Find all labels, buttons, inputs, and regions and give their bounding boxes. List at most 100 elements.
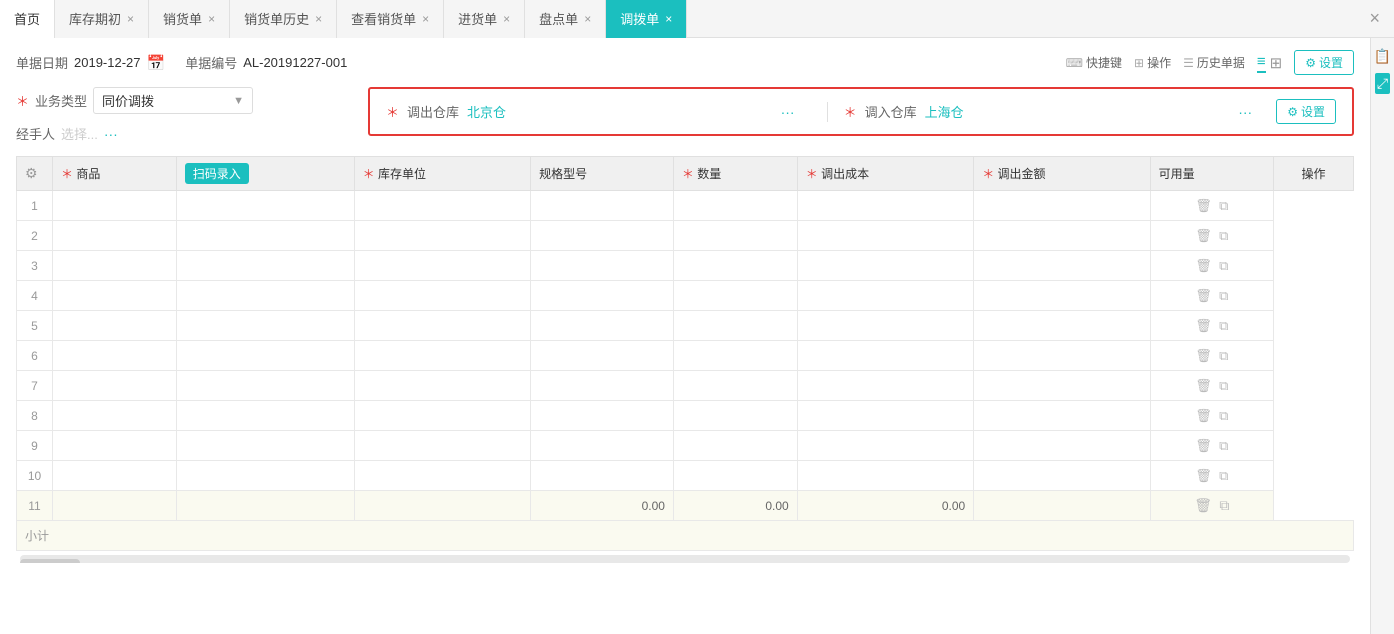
row-delete-icon[interactable]: 🗑 xyxy=(1195,378,1212,393)
row-delete-icon[interactable]: 🗑 xyxy=(1195,438,1212,453)
tab-inventory-check-close[interactable]: × xyxy=(584,12,591,26)
row-qty[interactable] xyxy=(531,371,674,401)
row-copy-icon[interactable]: ⧉ xyxy=(1219,198,1228,213)
grid-view-icon[interactable]: ⊞ xyxy=(1270,53,1283,73)
row-qty[interactable] xyxy=(531,221,674,251)
row-amount[interactable] xyxy=(797,191,973,221)
row-spec[interactable] xyxy=(354,191,530,221)
row-amount[interactable] xyxy=(797,371,973,401)
row-delete-icon[interactable]: 🗑 xyxy=(1195,198,1212,213)
row-spec[interactable] xyxy=(354,221,530,251)
tab-transfer-close[interactable]: × xyxy=(665,12,672,26)
row-goods[interactable] xyxy=(53,431,177,461)
operations-btn[interactable]: ⊞ 操作 xyxy=(1134,54,1171,71)
row-cost[interactable] xyxy=(673,461,797,491)
row-amount[interactable] xyxy=(797,251,973,281)
row-spec[interactable] xyxy=(354,341,530,371)
tab-purchase[interactable]: 进货单 × xyxy=(444,0,525,38)
row-spec[interactable] xyxy=(354,431,530,461)
row-goods[interactable] xyxy=(53,371,177,401)
row-goods[interactable] xyxy=(53,251,177,281)
tab-purchase-close[interactable]: × xyxy=(503,12,510,26)
row-unit[interactable] xyxy=(176,401,354,431)
subtotal-copy-icon[interactable]: ⧉ xyxy=(1219,497,1229,513)
row-qty[interactable] xyxy=(531,461,674,491)
sidebar-doc-icon[interactable]: 📋 xyxy=(1374,48,1391,65)
subtotal-delete-icon[interactable]: 🗑 xyxy=(1194,497,1212,513)
warehouse-in-value[interactable]: 上海仓 xyxy=(925,102,964,121)
row-spec[interactable] xyxy=(354,251,530,281)
row-unit[interactable] xyxy=(176,311,354,341)
row-delete-icon[interactable]: 🗑 xyxy=(1195,348,1212,363)
row-amount[interactable] xyxy=(797,341,973,371)
row-available[interactable] xyxy=(974,371,1150,401)
tab-transfer[interactable]: 调拨单 × xyxy=(606,0,687,38)
row-qty[interactable] xyxy=(531,251,674,281)
row-copy-icon[interactable]: ⧉ xyxy=(1219,408,1228,423)
row-available[interactable] xyxy=(974,221,1150,251)
row-amount[interactable] xyxy=(797,221,973,251)
row-available[interactable] xyxy=(974,311,1150,341)
manager-input[interactable]: 选择... xyxy=(61,124,98,143)
sidebar-expand-icon[interactable]: ⤢ xyxy=(1375,73,1390,94)
row-qty[interactable] xyxy=(531,401,674,431)
tab-view-sales-close[interactable]: × xyxy=(422,12,429,26)
tab-inventory-init-close[interactable]: × xyxy=(127,12,134,26)
row-copy-icon[interactable]: ⧉ xyxy=(1219,228,1228,243)
tab-sales-order-close[interactable]: × xyxy=(208,12,215,26)
row-unit[interactable] xyxy=(176,281,354,311)
row-amount[interactable] xyxy=(797,281,973,311)
warehouse-in-ellipsis[interactable]: ··· xyxy=(1238,104,1252,120)
row-goods[interactable] xyxy=(53,461,177,491)
row-cost[interactable] xyxy=(673,281,797,311)
row-cost[interactable] xyxy=(673,431,797,461)
row-cost[interactable] xyxy=(673,401,797,431)
warehouse-settings-button[interactable]: ⚙ 设置 xyxy=(1276,99,1336,124)
row-qty[interactable] xyxy=(531,191,674,221)
row-amount[interactable] xyxy=(797,461,973,491)
scan-button[interactable]: 扫码录入 xyxy=(185,163,249,184)
row-unit[interactable] xyxy=(176,251,354,281)
shortcuts-btn[interactable]: ⌨ 快捷键 xyxy=(1066,54,1122,71)
row-spec[interactable] xyxy=(354,371,530,401)
row-amount[interactable] xyxy=(797,401,973,431)
row-amount[interactable] xyxy=(797,311,973,341)
row-available[interactable] xyxy=(974,401,1150,431)
row-available[interactable] xyxy=(974,431,1150,461)
row-goods[interactable] xyxy=(53,401,177,431)
row-cost[interactable] xyxy=(673,221,797,251)
row-spec[interactable] xyxy=(354,461,530,491)
row-goods[interactable] xyxy=(53,221,177,251)
tab-sales-history[interactable]: 销货单历史 × xyxy=(230,0,337,38)
row-available[interactable] xyxy=(974,191,1150,221)
tab-sales-order[interactable]: 销货单 × xyxy=(149,0,230,38)
row-unit[interactable] xyxy=(176,191,354,221)
row-qty[interactable] xyxy=(531,431,674,461)
row-cost[interactable] xyxy=(673,371,797,401)
row-goods[interactable] xyxy=(53,191,177,221)
row-available[interactable] xyxy=(974,251,1150,281)
row-copy-icon[interactable]: ⧉ xyxy=(1219,468,1228,483)
row-spec[interactable] xyxy=(354,401,530,431)
row-delete-icon[interactable]: 🗑 xyxy=(1195,318,1212,333)
row-delete-icon[interactable]: 🗑 xyxy=(1195,258,1212,273)
row-delete-icon[interactable]: 🗑 xyxy=(1195,288,1212,303)
row-qty[interactable] xyxy=(531,341,674,371)
row-available[interactable] xyxy=(974,461,1150,491)
col-gear[interactable]: ⚙ xyxy=(17,157,53,191)
row-unit[interactable] xyxy=(176,221,354,251)
row-spec[interactable] xyxy=(354,281,530,311)
row-cost[interactable] xyxy=(673,311,797,341)
row-qty[interactable] xyxy=(531,311,674,341)
list-view-icon[interactable]: ≡ xyxy=(1257,53,1266,73)
row-copy-icon[interactable]: ⧉ xyxy=(1219,378,1228,393)
tab-home[interactable]: 首页 xyxy=(0,0,55,38)
horizontal-scrollbar[interactable] xyxy=(20,555,1350,563)
row-copy-icon[interactable]: ⧉ xyxy=(1219,318,1228,333)
row-unit[interactable] xyxy=(176,341,354,371)
row-copy-icon[interactable]: ⧉ xyxy=(1219,258,1228,273)
row-cost[interactable] xyxy=(673,341,797,371)
row-delete-icon[interactable]: 🗑 xyxy=(1195,408,1212,423)
business-type-select[interactable]: 同价调拨 ▼ xyxy=(93,87,253,114)
warehouse-out-value[interactable]: 北京仓 xyxy=(467,102,506,121)
